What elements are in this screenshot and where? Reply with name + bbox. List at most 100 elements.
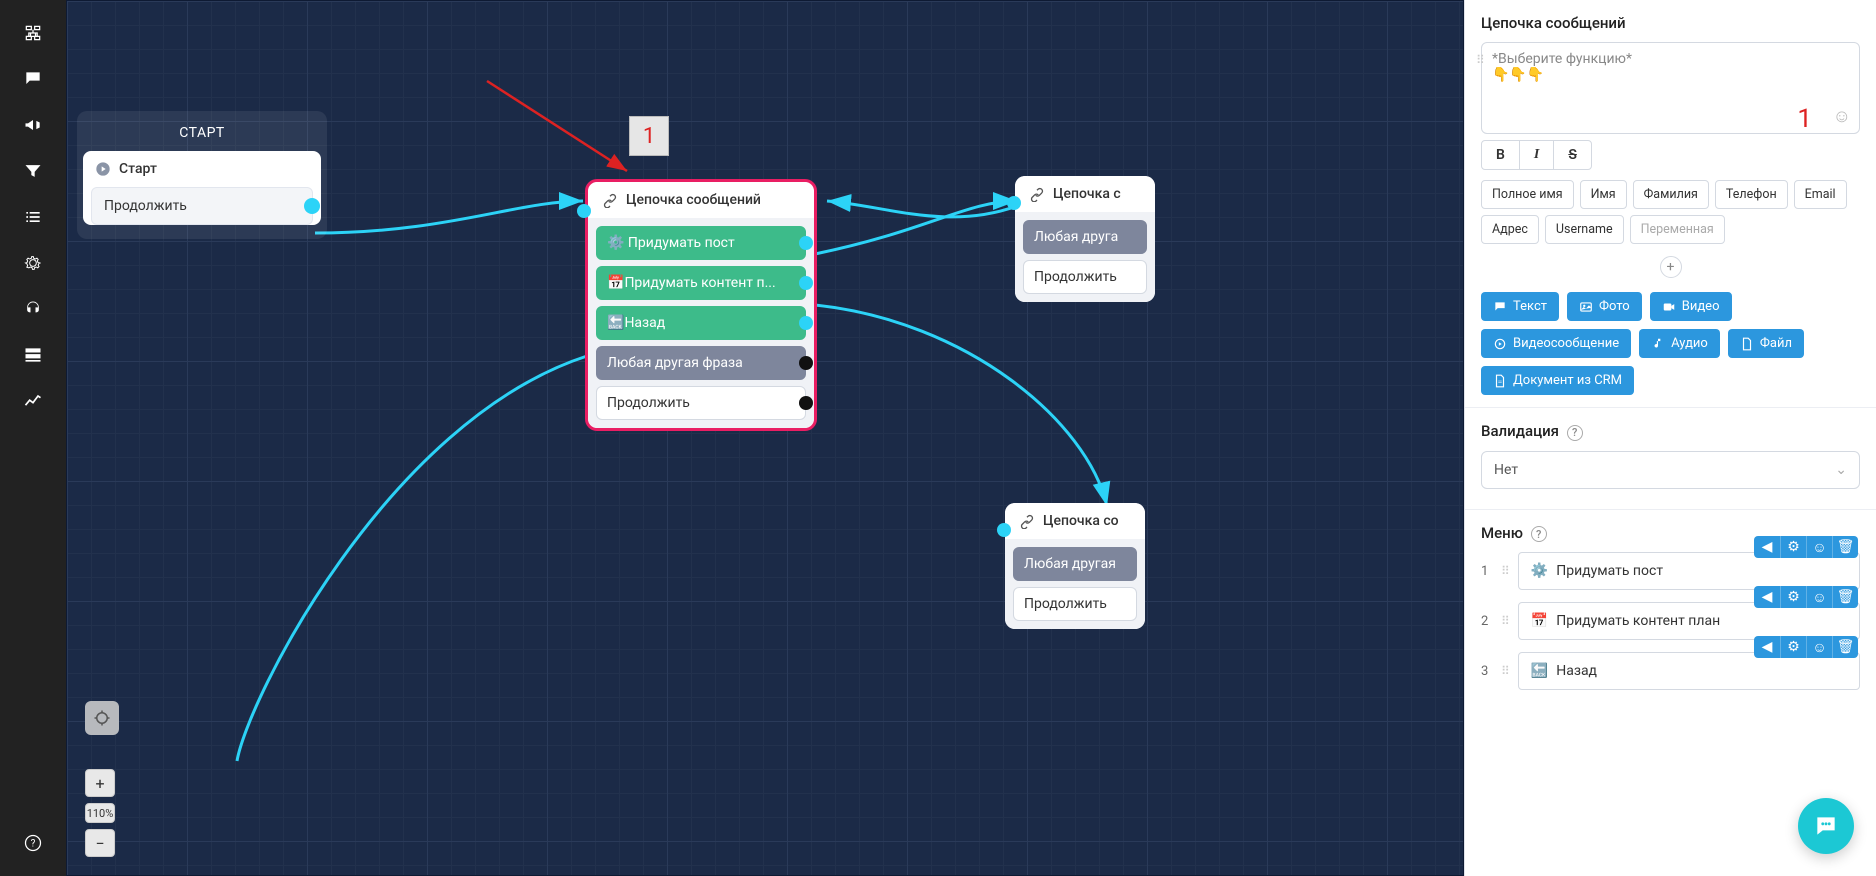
sidebar-help-icon[interactable]: ? bbox=[0, 820, 66, 866]
properties-panel: Цепочка сообщений ⠿ *Выберите функцию* 👇… bbox=[1464, 0, 1876, 876]
canvas[interactable]: 1 СТАРТ Старт Продолжить Цепочка сообще bbox=[66, 0, 1464, 876]
italic-button[interactable]: I bbox=[1520, 141, 1554, 169]
partial-node-header: Цепочка с bbox=[1015, 176, 1155, 212]
strike-button[interactable]: S bbox=[1554, 141, 1591, 169]
partial-opt-continue[interactable]: Продолжить bbox=[1023, 260, 1147, 294]
chain-opt-continue[interactable]: Продолжить bbox=[596, 386, 806, 420]
editor-line-2: 👇👇👇 bbox=[1492, 67, 1849, 83]
add-text-button[interactable]: Текст bbox=[1481, 292, 1559, 321]
add-file-button[interactable]: Файл bbox=[1728, 329, 1804, 358]
emoji-picker-icon[interactable]: ☺ bbox=[1833, 106, 1851, 127]
var-email[interactable]: Email bbox=[1794, 180, 1847, 209]
add-crm-doc-button[interactable]: Документ из CRM bbox=[1481, 366, 1634, 395]
add-message-button[interactable]: + bbox=[1660, 256, 1682, 278]
annotation-marker-1-panel: 1 bbox=[1797, 104, 1812, 134]
menu-action-settings-icon[interactable]: ⚙ bbox=[1780, 636, 1806, 658]
sidebar-settings-icon[interactable] bbox=[0, 240, 66, 286]
menu-action-settings-icon[interactable]: ⚙ bbox=[1780, 536, 1806, 558]
menu-action-delete-icon[interactable]: 🗑 bbox=[1832, 536, 1858, 558]
node-chain-partial-2[interactable]: Цепочка со Любая другая Продолжить bbox=[1005, 503, 1145, 629]
add-video-button[interactable]: Видео bbox=[1650, 292, 1732, 321]
drag-handle-icon[interactable]: ⠿ bbox=[1501, 569, 1510, 574]
link-icon bbox=[602, 192, 618, 208]
sidebar-filter-icon[interactable] bbox=[0, 148, 66, 194]
node-chain-partial-1[interactable]: Цепочка с Любая друга Продолжить bbox=[1015, 176, 1155, 302]
menu-action-emoji-icon[interactable]: ☺ bbox=[1806, 536, 1832, 558]
sidebar-support-icon[interactable] bbox=[0, 286, 66, 332]
chain-opt-back[interactable]: 🔙Назад bbox=[596, 306, 806, 340]
start-continue-option[interactable]: Продолжить bbox=[91, 187, 313, 225]
out-port[interactable] bbox=[799, 276, 813, 290]
add-photo-button[interactable]: Фото bbox=[1567, 292, 1642, 321]
sidebar-server-icon[interactable] bbox=[0, 332, 66, 378]
doc-icon bbox=[1493, 374, 1507, 388]
menu-action-back-icon[interactable]: ◀ bbox=[1754, 536, 1780, 558]
help-icon[interactable]: ? bbox=[1567, 425, 1583, 441]
play-icon bbox=[95, 161, 111, 177]
menu-action-delete-icon[interactable]: 🗑 bbox=[1832, 586, 1858, 608]
zoom-level-label: 110% bbox=[85, 803, 115, 823]
link-icon bbox=[1019, 513, 1035, 529]
in-port[interactable] bbox=[997, 523, 1011, 537]
sidebar-analytics-icon[interactable] bbox=[0, 378, 66, 424]
validation-title: Валидация ? bbox=[1481, 422, 1860, 441]
in-port[interactable] bbox=[577, 204, 591, 218]
menu-item-index: 3 bbox=[1481, 664, 1493, 679]
sidebar-flow-icon[interactable] bbox=[0, 10, 66, 56]
partial-opt-continue[interactable]: Продолжить bbox=[1013, 587, 1137, 621]
menu-action-emoji-icon[interactable]: ☺ bbox=[1806, 586, 1832, 608]
menu-action-emoji-icon[interactable]: ☺ bbox=[1806, 636, 1832, 658]
chain-opt-post[interactable]: ⚙️ Придумать пост bbox=[596, 226, 806, 260]
annotation-marker-1: 1 bbox=[629, 116, 669, 156]
target-icon bbox=[93, 709, 111, 727]
validation-select[interactable]: Нет ⌄ bbox=[1481, 451, 1860, 489]
validation-value: Нет bbox=[1494, 462, 1518, 478]
file-icon bbox=[1740, 337, 1754, 351]
zoom-out-button[interactable]: − bbox=[85, 829, 115, 857]
node-start-group[interactable]: СТАРТ Старт Продолжить bbox=[77, 111, 327, 239]
menu-action-delete-icon[interactable]: 🗑 bbox=[1832, 636, 1858, 658]
menu-action-settings-icon[interactable]: ⚙ bbox=[1780, 586, 1806, 608]
sidebar-list-icon[interactable] bbox=[0, 194, 66, 240]
out-port[interactable] bbox=[304, 198, 320, 214]
drag-handle-icon[interactable]: ⠿ bbox=[1501, 669, 1510, 674]
node-chain-selected[interactable]: Цепочка сообщений ⚙️ Придумать пост 📅При… bbox=[585, 179, 817, 431]
sidebar-chat-icon[interactable] bbox=[0, 56, 66, 102]
separator bbox=[1465, 407, 1876, 408]
menu-items-list: ◀ ⚙ ☺ 🗑 1 ⠿ ⚙️ Придумать пост ◀ ⚙ ☺ 🗑 2 … bbox=[1481, 552, 1860, 690]
zoom-controls: + 110% − bbox=[85, 769, 115, 857]
out-port[interactable] bbox=[799, 396, 813, 410]
var-username[interactable]: Username bbox=[1545, 215, 1624, 244]
var-phone[interactable]: Телефон bbox=[1715, 180, 1788, 209]
partial-opt-any[interactable]: Любая друга bbox=[1023, 220, 1147, 254]
out-port[interactable] bbox=[799, 236, 813, 250]
var-address[interactable]: Адрес bbox=[1481, 215, 1539, 244]
add-audio-button[interactable]: Аудио bbox=[1639, 329, 1720, 358]
chain-opt-content-plan[interactable]: 📅Придумать контент п... bbox=[596, 266, 806, 300]
in-port[interactable] bbox=[1007, 196, 1021, 210]
chain-node-header: Цепочка сообщений bbox=[588, 182, 814, 218]
partial-opt-any[interactable]: Любая другая bbox=[1013, 547, 1137, 581]
var-custom-placeholder[interactable]: Переменная bbox=[1630, 215, 1725, 244]
menu-action-back-icon[interactable]: ◀ bbox=[1754, 586, 1780, 608]
out-port[interactable] bbox=[799, 356, 813, 370]
sidebar-broadcast-icon[interactable] bbox=[0, 102, 66, 148]
var-lastname[interactable]: Фамилия bbox=[1633, 180, 1709, 209]
content-type-buttons: Текст Фото Видео Видеосообщение Аудио Фа… bbox=[1481, 292, 1860, 395]
chat-fab-button[interactable] bbox=[1798, 798, 1854, 854]
menu-item-label: Придумать контент план bbox=[1556, 613, 1720, 629]
menu-item-label: Придумать пост bbox=[1556, 563, 1663, 579]
chain-opt-any-phrase[interactable]: Любая другая фраза bbox=[596, 346, 806, 380]
add-videomsg-button[interactable]: Видеосообщение bbox=[1481, 329, 1631, 358]
out-port[interactable] bbox=[799, 316, 813, 330]
help-icon[interactable]: ? bbox=[1531, 526, 1547, 542]
drag-handle-icon[interactable]: ⠿ bbox=[1476, 57, 1485, 63]
bold-button[interactable]: B bbox=[1482, 141, 1520, 169]
format-toolbar: B I S bbox=[1481, 140, 1592, 170]
var-fullname[interactable]: Полное имя bbox=[1481, 180, 1574, 209]
menu-action-back-icon[interactable]: ◀ bbox=[1754, 636, 1780, 658]
var-firstname[interactable]: Имя bbox=[1580, 180, 1627, 209]
center-view-button[interactable] bbox=[85, 701, 119, 735]
drag-handle-icon[interactable]: ⠿ bbox=[1501, 619, 1510, 624]
zoom-in-button[interactable]: + bbox=[85, 769, 115, 797]
